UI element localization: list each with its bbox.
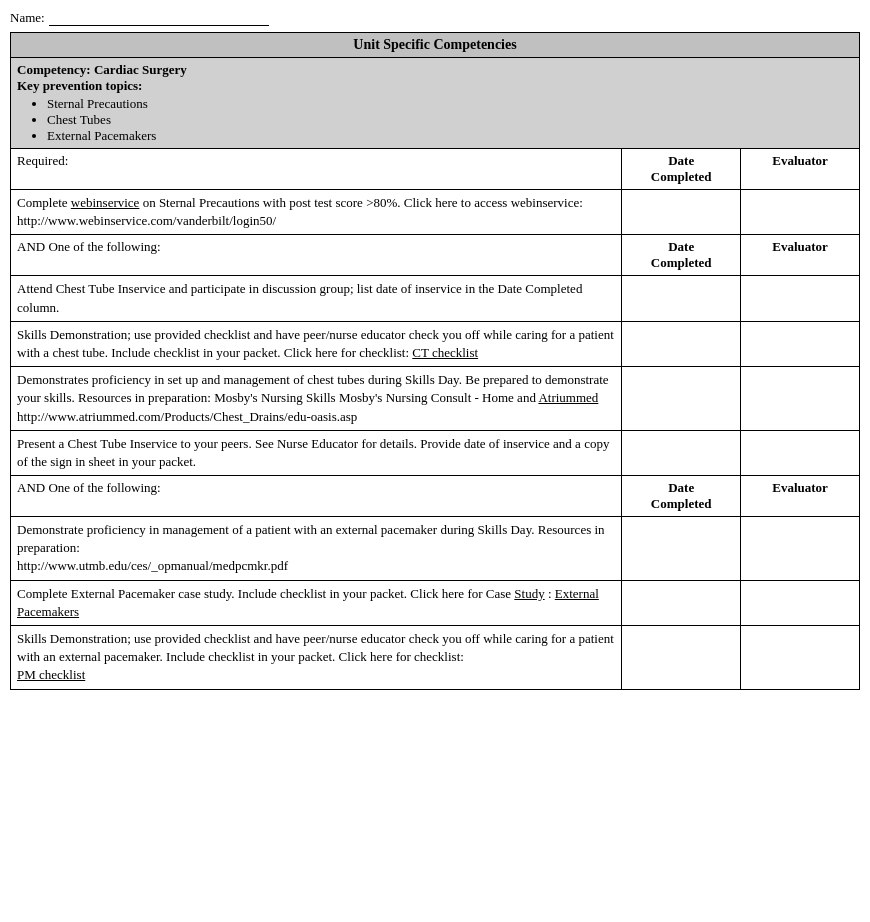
required-eval-1 <box>741 190 860 235</box>
case-study-link[interactable]: Study <box>514 586 544 601</box>
required-date-1 <box>622 190 741 235</box>
competency-header-row: Competency: Cardiac Surgery Key preventi… <box>11 58 860 149</box>
pacemaker-row-1: Demonstrate proficiency in management of… <box>11 517 860 581</box>
chest-tube-eval-4 <box>741 430 860 475</box>
pacemaker-row-3: Skills Demonstration; use provided check… <box>11 626 860 690</box>
chest-tube-row-1: Attend Chest Tube Inservice and particip… <box>11 276 860 321</box>
evaluator-header-3: Evaluator <box>741 476 860 517</box>
and-one-label-1: AND One of the following: <box>11 235 622 276</box>
chest-tube-row-2: Skills Demonstration; use provided check… <box>11 321 860 366</box>
pm-checklist-link[interactable]: PM checklist <box>17 667 85 682</box>
main-table: Unit Specific Competencies Competency: C… <box>10 32 860 690</box>
date-completed-header-1: DateCompleted <box>622 149 741 190</box>
bullet-pacemaker: External Pacemakers <box>47 128 853 144</box>
atriummed-link[interactable]: Atriummed <box>538 390 598 405</box>
chest-tube-eval-2 <box>741 321 860 366</box>
pacemaker-content-1: Demonstrate proficiency in management of… <box>11 517 622 581</box>
required-row-1: Complete webinservice on Sternal Precaut… <box>11 190 860 235</box>
pacemaker-content-3: Skills Demonstration; use provided check… <box>11 626 622 690</box>
evaluator-header-1: Evaluator <box>741 149 860 190</box>
chest-tube-date-3 <box>622 367 741 431</box>
chest-tube-date-2 <box>622 321 741 366</box>
and-one-header-row-1: AND One of the following: DateCompleted … <box>11 235 860 276</box>
chest-tube-content-4: Present a Chest Tube Inservice to your p… <box>11 430 622 475</box>
pacemaker-date-2 <box>622 580 741 625</box>
chest-tube-content-2: Skills Demonstration; use provided check… <box>11 321 622 366</box>
chest-tube-content-1: Attend Chest Tube Inservice and particip… <box>11 276 622 321</box>
date-completed-header-2: DateCompleted <box>622 235 741 276</box>
chest-tube-content-3: Demonstrates proficiency in set up and m… <box>11 367 622 431</box>
webinservice-link[interactable]: webinservice <box>71 195 140 210</box>
required-header-row: Required: DateCompleted Evaluator <box>11 149 860 190</box>
chest-tube-eval-1 <box>741 276 860 321</box>
name-line: Name: <box>10 10 860 26</box>
chest-tube-date-4 <box>622 430 741 475</box>
external-pacemakers-link[interactable]: External Pacemakers <box>17 586 599 619</box>
name-underline <box>49 10 269 26</box>
bullet-chest: Chest Tubes <box>47 112 853 128</box>
and-one-label-2: AND One of the following: <box>11 476 622 517</box>
pacemaker-date-3 <box>622 626 741 690</box>
pacemaker-eval-1 <box>741 517 860 581</box>
pacemaker-content-2: Complete External Pacemaker case study. … <box>11 580 622 625</box>
pacemaker-row-2: Complete External Pacemaker case study. … <box>11 580 860 625</box>
chest-tube-row-3: Demonstrates proficiency in set up and m… <box>11 367 860 431</box>
competency-title: Competency: Cardiac Surgery <box>17 62 853 78</box>
required-label: Required: <box>11 149 622 190</box>
chest-tube-row-4: Present a Chest Tube Inservice to your p… <box>11 430 860 475</box>
evaluator-header-2: Evaluator <box>741 235 860 276</box>
pacemaker-eval-2 <box>741 580 860 625</box>
competency-subheader: Key prevention topics: <box>17 78 853 94</box>
chest-tube-date-1 <box>622 276 741 321</box>
title-row: Unit Specific Competencies <box>11 33 860 58</box>
pacemaker-date-1 <box>622 517 741 581</box>
and-one-header-row-2: AND One of the following: DateCompleted … <box>11 476 860 517</box>
page-title: Unit Specific Competencies <box>11 33 860 58</box>
date-completed-header-3: DateCompleted <box>622 476 741 517</box>
required-content-1: Complete webinservice on Sternal Precaut… <box>11 190 622 235</box>
chest-tube-eval-3 <box>741 367 860 431</box>
bullet-sternal: Sternal Precautions <box>47 96 853 112</box>
name-label: Name: <box>10 10 45 26</box>
pacemaker-eval-3 <box>741 626 860 690</box>
competency-cell: Competency: Cardiac Surgery Key preventi… <box>11 58 860 149</box>
bullet-list: Sternal Precautions Chest Tubes External… <box>17 96 853 144</box>
ct-checklist-link[interactable]: CT checklist <box>412 345 478 360</box>
